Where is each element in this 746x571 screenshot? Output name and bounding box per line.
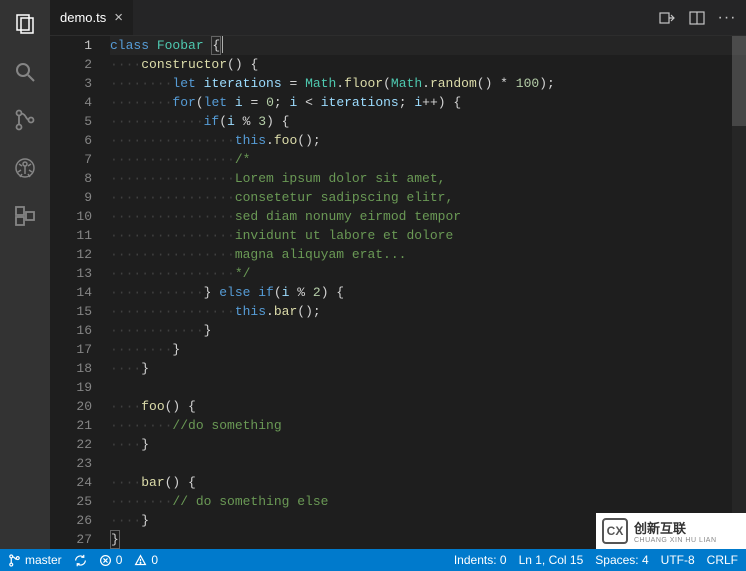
explorer-icon[interactable]	[9, 8, 41, 40]
activity-bar	[0, 0, 50, 549]
watermark-logo: CX 创新互联 CHUANG XIN HU LIAN	[596, 513, 746, 549]
editor-body[interactable]: 1234567891011121314151617181920212223242…	[50, 35, 746, 549]
status-bar: master 0 0 Indents: 0 Ln 1, Col 15 Space…	[0, 549, 746, 571]
editor-area: demo.ts × ··· 12345678910111213141516171…	[50, 0, 746, 549]
tabs-row: demo.ts × ···	[50, 0, 746, 35]
search-icon[interactable]	[9, 56, 41, 88]
tab-demo-ts[interactable]: demo.ts ×	[50, 0, 134, 35]
branch-name: master	[25, 553, 62, 567]
git-branch[interactable]: master	[8, 553, 62, 567]
more-actions-icon[interactable]: ···	[718, 9, 736, 27]
code-content[interactable]: class Foobar {····constructor() {·······…	[110, 36, 746, 549]
watermark-icon: CX	[602, 518, 628, 544]
indents-status[interactable]: Indents: 0	[454, 553, 507, 567]
errors-count[interactable]: 0	[99, 553, 123, 567]
eol[interactable]: CRLF	[707, 553, 738, 567]
source-control-icon[interactable]	[9, 104, 41, 136]
scrollbar-thumb[interactable]	[732, 36, 746, 126]
compare-changes-icon[interactable]	[658, 9, 676, 27]
encoding[interactable]: UTF-8	[661, 553, 695, 567]
tab-actions: ···	[648, 0, 746, 35]
split-editor-icon[interactable]	[688, 9, 706, 27]
line-number-gutter: 1234567891011121314151617181920212223242…	[50, 36, 110, 549]
indent-spaces[interactable]: Spaces: 4	[595, 553, 648, 567]
debug-icon[interactable]	[9, 152, 41, 184]
watermark-text: 创新互联	[634, 518, 717, 537]
cursor-position[interactable]: Ln 1, Col 15	[519, 553, 584, 567]
tab-filename: demo.ts	[60, 10, 106, 25]
sync-icon[interactable]	[74, 554, 87, 567]
vertical-scrollbar[interactable]	[732, 36, 746, 549]
watermark-subtext: CHUANG XIN HU LIAN	[634, 537, 717, 544]
warnings-count[interactable]: 0	[134, 553, 158, 567]
extensions-icon[interactable]	[9, 200, 41, 232]
close-icon[interactable]: ×	[114, 10, 123, 25]
